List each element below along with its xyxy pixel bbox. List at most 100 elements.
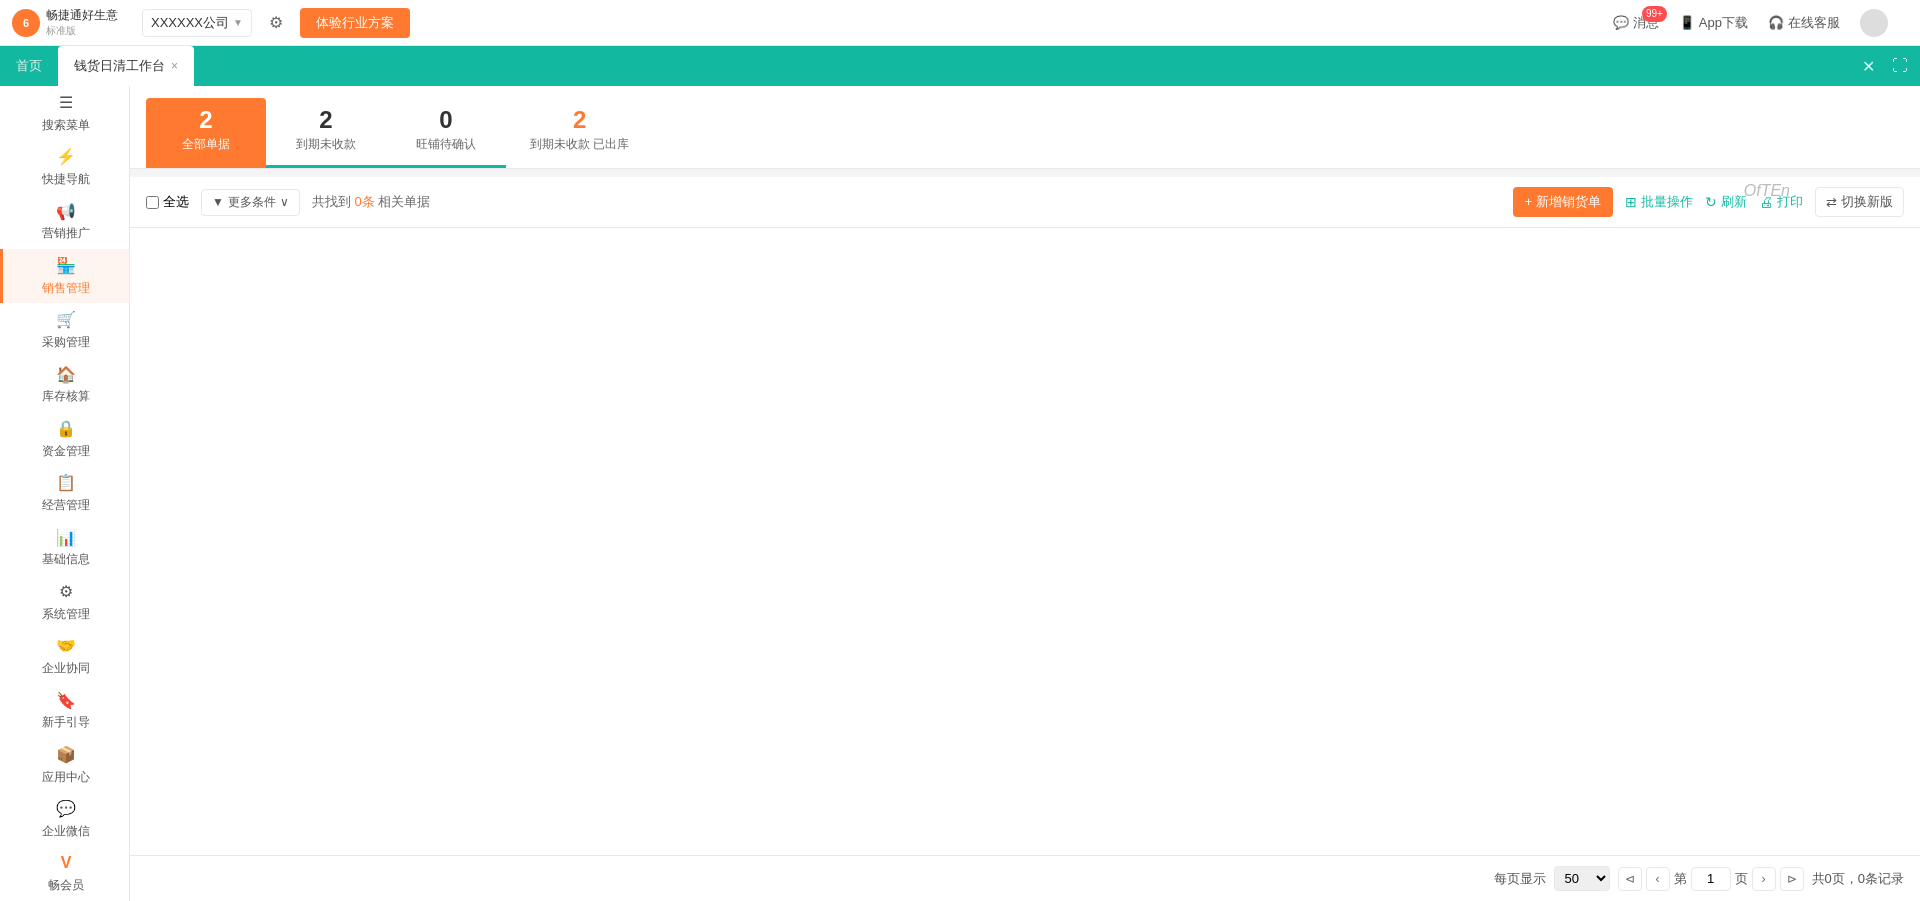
sidebar: ☰ 搜索菜单 ⚡ 快捷导航 📢 营销推广 🏪 销售管理 🛒 采购管理 🏠 库存核… xyxy=(0,86,130,901)
more-filter-button[interactable]: ▼ 更多条件 ∨ xyxy=(201,189,300,216)
trial-button[interactable]: 体验行业方案 xyxy=(300,8,410,38)
table-area xyxy=(130,228,1920,855)
sidebar-finance-label: 资金管理 xyxy=(42,443,90,460)
purchase-icon: 🛒 xyxy=(56,310,76,330)
per-page-label: 每页显示 xyxy=(1494,870,1546,888)
app-download-icon: 📱 xyxy=(1679,15,1695,30)
first-page-button[interactable]: ⊲ xyxy=(1618,867,1642,891)
sidebar-marketing-label: 营销推广 xyxy=(42,225,90,242)
sidebar-inventory-label: 库存核算 xyxy=(42,388,90,405)
tab-bar: 首页 钱货日清工作台 × ✕ ⛶ xyxy=(0,46,1920,86)
finance-icon: 🔒 xyxy=(56,419,76,439)
settings-button[interactable]: ⚙ xyxy=(260,7,292,39)
avatar[interactable] xyxy=(1860,9,1888,37)
sidebar-system-label: 系统管理 xyxy=(42,606,90,623)
sidebar-item-marketing[interactable]: 📢 营销推广 xyxy=(0,195,129,249)
support-icon: 🎧 xyxy=(1768,15,1784,30)
tab-close-window-button[interactable]: ✕ xyxy=(1856,54,1880,78)
top-header: 6 畅捷通好生意 标准版 XXXXXX公司 ▼ ⚙ 体验行业方案 💬 消息 99… xyxy=(0,0,1920,46)
stat-overdue-label: 到期未收款 xyxy=(290,136,362,153)
sidebar-member-label: 畅会员 xyxy=(48,877,84,894)
logo-sub-text: 标准版 xyxy=(46,24,118,37)
refresh-button[interactable]: ↻ 刷新 xyxy=(1705,193,1747,211)
sidebar-item-sales[interactable]: 🏪 销售管理 xyxy=(0,249,129,303)
member-icon: V xyxy=(56,853,76,873)
found-suffix: 相关单据 xyxy=(378,194,430,209)
company-selector[interactable]: XXXXXX公司 ▼ xyxy=(142,9,252,37)
sidebar-quicknav-label: 快捷导航 xyxy=(42,171,90,188)
app-download-label: App下载 xyxy=(1699,14,1748,32)
search-menu-icon: ☰ xyxy=(56,93,76,113)
tab-close-button[interactable]: × xyxy=(171,59,178,73)
select-all-label: 全选 xyxy=(163,193,189,211)
marketing-icon: 📢 xyxy=(56,201,76,221)
sidebar-item-finance[interactable]: 🔒 资金管理 xyxy=(0,412,129,466)
sidebar-item-guide[interactable]: 🔖 新手引导 xyxy=(0,684,129,738)
sidebar-item-basic[interactable]: 📊 基础信息 xyxy=(0,521,129,575)
messages-button[interactable]: 💬 消息 99+ xyxy=(1613,14,1659,32)
main-layout: ☰ 搜索菜单 ⚡ 快捷导航 📢 营销推广 🏪 销售管理 🛒 采购管理 🏠 库存核… xyxy=(0,86,1920,901)
stat-shipped-number: 2 xyxy=(530,106,629,134)
total-label: 共0页，0条记录 xyxy=(1812,870,1904,888)
last-page-button[interactable]: ⊳ xyxy=(1780,867,1804,891)
sidebar-enterprise-label: 企业协同 xyxy=(42,660,90,677)
sidebar-item-search[interactable]: ☰ 搜索菜单 xyxy=(0,86,129,140)
select-all-checkbox[interactable]: 全选 xyxy=(146,193,189,211)
per-page-select[interactable]: 50 100 200 xyxy=(1554,866,1610,891)
main-content: 2 全部单据 2 到期未收款 0 旺铺待确认 2 到期未收款 已出库 全选 xyxy=(130,86,1920,901)
next-page-button[interactable]: › xyxy=(1752,867,1776,891)
new-sales-order-button[interactable]: + 新增销货单 xyxy=(1513,187,1613,217)
basic-icon: 📊 xyxy=(56,527,76,547)
sidebar-basic-label: 基础信息 xyxy=(42,551,90,568)
sidebar-item-member[interactable]: V 畅会员 xyxy=(0,847,129,901)
sidebar-appstore-label: 应用中心 xyxy=(42,769,90,786)
stat-tab-overdue[interactable]: 2 到期未收款 xyxy=(266,98,386,168)
switch-icon: ⇄ xyxy=(1826,195,1837,210)
select-all-input[interactable] xyxy=(146,196,159,209)
sidebar-purchase-label: 采购管理 xyxy=(42,334,90,351)
message-icon: 💬 xyxy=(1613,15,1629,30)
page-suffix: 页 xyxy=(1735,870,1748,888)
sidebar-wechat-label: 企业微信 xyxy=(42,823,90,840)
sidebar-item-operation[interactable]: 📋 经营管理 xyxy=(0,466,129,520)
sidebar-item-system[interactable]: ⚙ 系统管理 xyxy=(0,575,129,629)
batch-icon: ⊞ xyxy=(1625,194,1637,210)
tab-home[interactable]: 首页 xyxy=(0,46,58,86)
sidebar-item-quick-nav[interactable]: ⚡ 快捷导航 xyxy=(0,140,129,194)
logo-main-text: 畅捷通好生意 xyxy=(46,8,118,24)
sidebar-search-label: 搜索菜单 xyxy=(42,117,90,134)
tab-work[interactable]: 钱货日清工作台 × xyxy=(58,46,194,86)
tab-fullscreen-button[interactable]: ⛶ xyxy=(1888,54,1912,78)
toolbar: 全选 ▼ 更多条件 ∨ 共找到 0条 相关单据 + 新增销货单 ⊞ 批量操作 ↻ xyxy=(130,177,1920,228)
tab-bar-right: ✕ ⛶ xyxy=(1856,54,1920,78)
wechat-icon: 💬 xyxy=(56,799,76,819)
sidebar-item-appstore[interactable]: 📦 应用中心 xyxy=(0,738,129,792)
more-filter-label: 更多条件 xyxy=(228,194,276,211)
toolbar-right: + 新增销货单 ⊞ 批量操作 ↻ 刷新 🖨 打印 ⇄ 切换新版 xyxy=(1513,187,1904,217)
stat-tab-all[interactable]: 2 全部单据 xyxy=(146,98,266,168)
online-support-button[interactable]: 🎧 在线客服 xyxy=(1768,14,1840,32)
sidebar-item-wechat[interactable]: 💬 企业微信 xyxy=(0,792,129,846)
page-label: 第 xyxy=(1674,870,1687,888)
app-download-button[interactable]: 📱 App下载 xyxy=(1679,14,1748,32)
system-icon: ⚙ xyxy=(56,582,76,602)
refresh-icon: ↻ xyxy=(1705,194,1717,210)
prev-page-button[interactable]: ‹ xyxy=(1646,867,1670,891)
stat-overdue-number: 2 xyxy=(290,106,362,134)
filter-icon: ▼ xyxy=(212,195,224,209)
logo-text: 畅捷通好生意 标准版 xyxy=(46,8,118,37)
sidebar-item-enterprise[interactable]: 🤝 企业协同 xyxy=(0,629,129,683)
sidebar-item-purchase[interactable]: 🛒 采购管理 xyxy=(0,303,129,357)
switch-version-button[interactable]: ⇄ 切换新版 xyxy=(1815,187,1904,217)
inventory-icon: 🏠 xyxy=(56,364,76,384)
enterprise-icon: 🤝 xyxy=(56,636,76,656)
sidebar-sales-label: 销售管理 xyxy=(42,280,90,297)
tab-home-label: 首页 xyxy=(16,57,42,75)
stat-all-label: 全部单据 xyxy=(170,136,242,153)
page-input[interactable] xyxy=(1691,867,1731,891)
stat-tab-shipped[interactable]: 2 到期未收款 已出库 xyxy=(506,98,653,168)
stat-all-number: 2 xyxy=(170,106,242,134)
stat-tab-pending[interactable]: 0 旺铺待确认 xyxy=(386,98,506,168)
batch-action-button[interactable]: ⊞ 批量操作 xyxy=(1625,193,1693,211)
sidebar-item-inventory[interactable]: 🏠 库存核算 xyxy=(0,358,129,412)
